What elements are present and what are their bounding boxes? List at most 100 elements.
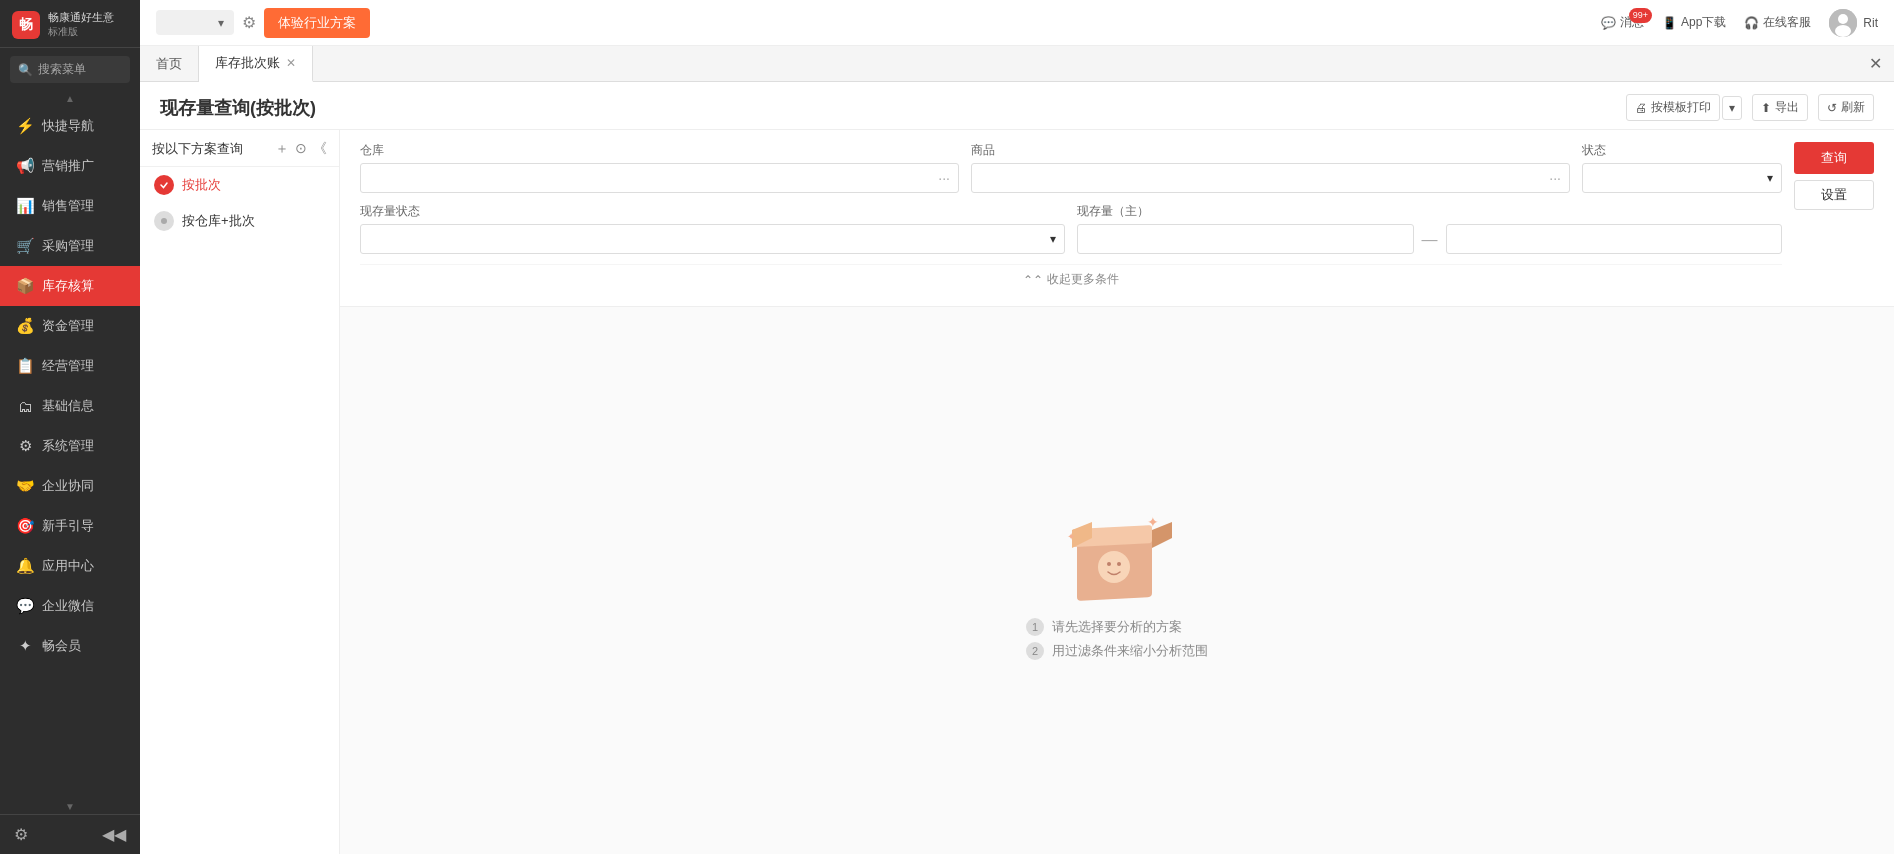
sidebar-item-label: 营销推广 <box>42 157 94 175</box>
trial-button[interactable]: 体验行业方案 <box>264 8 370 38</box>
topbar-gear-icon[interactable]: ⚙ <box>242 13 256 32</box>
stock-qty-from-input[interactable] <box>1086 232 1405 246</box>
export-label: 导出 <box>1775 99 1799 116</box>
sidebar-item-sales[interactable]: 📊 销售管理 <box>0 186 140 226</box>
sidebar-item-appstore[interactable]: 🔔 应用中心 <box>0 546 140 586</box>
tab-home-label: 首页 <box>156 55 182 73</box>
product-label: 商品 <box>971 142 1570 159</box>
collapse-more-btn[interactable]: ⌃⌃ 收起更多条件 <box>360 264 1782 294</box>
tab-close-icon[interactable]: ✕ <box>286 56 296 70</box>
sidebar-item-enterprise[interactable]: 🤝 企业协同 <box>0 466 140 506</box>
refresh-button[interactable]: ↺ 刷新 <box>1818 94 1874 121</box>
online-service-button[interactable]: 🎧 在线客服 <box>1744 14 1811 31</box>
system-icon: ⚙ <box>16 437 34 455</box>
headset-icon: 🎧 <box>1744 16 1759 30</box>
scroll-up[interactable]: ▲ <box>0 91 140 106</box>
sidebar-item-inventory[interactable]: 📦 库存核算 <box>0 266 140 306</box>
status-arrow-icon: ▾ <box>1767 171 1773 185</box>
warehouse-more-icon[interactable]: ··· <box>938 170 950 186</box>
empty-state: ✦ ✦ 1 请先选择要分析的方案 2 <box>340 307 1894 854</box>
product-input[interactable]: ··· <box>971 163 1570 193</box>
status-select[interactable]: ▾ <box>1582 163 1782 193</box>
filter-row-1: 仓库 ··· 商品 ··· <box>360 142 1782 193</box>
left-panel-title: 按以下方案查询 <box>152 140 243 158</box>
sidebar-item-finance[interactable]: 💰 资金管理 <box>0 306 140 346</box>
enterprise-icon: 🤝 <box>16 477 34 495</box>
warehouse-input[interactable]: ··· <box>360 163 959 193</box>
sidebar-item-shortcut[interactable]: ⚡ 快捷导航 <box>0 106 140 146</box>
svg-point-2 <box>1835 25 1851 37</box>
sidebar-item-label: 新手引导 <box>42 517 94 535</box>
sidebar-item-marketing[interactable]: 📢 营销推广 <box>0 146 140 186</box>
stock-status-select[interactable]: ▾ <box>360 224 1065 254</box>
sidebar-item-purchase[interactable]: 🛒 采购管理 <box>0 226 140 266</box>
query-button[interactable]: 查询 <box>1794 142 1874 174</box>
collapse-panel-icon[interactable]: 《 <box>313 140 327 158</box>
panel-close-button[interactable]: ✕ <box>1869 54 1882 73</box>
message-icon: 💬 <box>1601 16 1616 30</box>
topbar-dropdown[interactable]: ▾ <box>156 10 234 35</box>
sidebar-item-label: 基础信息 <box>42 397 94 415</box>
print-label: 按模板打印 <box>1651 99 1711 116</box>
sidebar-item-wechat[interactable]: 💬 企业微信 <box>0 586 140 626</box>
user-area[interactable]: Rit <box>1829 9 1878 37</box>
left-panel: 按以下方案查询 ＋ ⊙ 《 按批次 按仓库+批次 <box>140 130 340 854</box>
warehouse-text-input[interactable] <box>369 171 938 185</box>
sidebar-item-label: 畅会员 <box>42 637 81 655</box>
stock-qty-from[interactable] <box>1077 224 1414 254</box>
settings-button[interactable]: 设置 <box>1794 180 1874 210</box>
page-title: 现存量查询(按批次) <box>160 96 316 120</box>
svg-point-3 <box>157 178 171 192</box>
filter-field-warehouse: 仓库 ··· <box>360 142 959 193</box>
print-dropdown-arrow[interactable]: ▾ <box>1722 96 1742 120</box>
app-download-label: App下载 <box>1681 14 1726 31</box>
empty-illustration: ✦ ✦ <box>1057 502 1177 602</box>
add-solution-icon[interactable]: ＋ <box>275 140 289 158</box>
filter-actions: 查询 设置 <box>1794 142 1874 210</box>
sidebar-item-operations[interactable]: 📋 经营管理 <box>0 346 140 386</box>
app-download-button[interactable]: 📱 App下载 <box>1662 14 1726 31</box>
sidebar-item-label: 资金管理 <box>42 317 94 335</box>
stock-qty-to-input[interactable] <box>1455 232 1774 246</box>
brand-info: 畅康通好生意 标准版 <box>48 10 114 39</box>
solution-dot-gray <box>154 211 174 231</box>
scroll-down[interactable]: ▼ <box>0 799 140 814</box>
sidebar: 畅 畅康通好生意 标准版 🔍 搜索菜单 ▲ ⚡ 快捷导航 📢 营销推广 📊 销售… <box>0 0 140 854</box>
sidebar-item-label: 企业微信 <box>42 597 94 615</box>
marketing-icon: 📢 <box>16 157 34 175</box>
sidebar-item-member[interactable]: ✦ 畅会员 <box>0 626 140 666</box>
sidebar-item-newguide[interactable]: 🎯 新手引导 <box>0 506 140 546</box>
messages-button[interactable]: 💬 消息 99+ <box>1601 14 1644 31</box>
tab-batch[interactable]: 库存批次账 ✕ <box>199 46 313 82</box>
export-button[interactable]: ⬆ 导出 <box>1752 94 1808 121</box>
collapse-up-icon: ⌃⌃ <box>1023 273 1043 287</box>
search-label: 搜索菜单 <box>38 61 86 78</box>
sidebar-item-basics[interactable]: 🗂 基础信息 <box>0 386 140 426</box>
settings-solution-icon[interactable]: ⊙ <box>295 140 307 158</box>
purchase-icon: 🛒 <box>16 237 34 255</box>
sidebar-item-label: 快捷导航 <box>42 117 94 135</box>
page-header: 现存量查询(按批次) 🖨 按模板打印 ▾ ⬆ 导出 ↺ 刷新 <box>140 82 1894 130</box>
footer-settings-icon[interactable]: ⚙ <box>14 825 28 844</box>
product-text-input[interactable] <box>980 171 1549 185</box>
stock-qty-to[interactable] <box>1446 224 1783 254</box>
online-service-label: 在线客服 <box>1763 14 1811 31</box>
stock-status-label: 现存量状态 <box>360 203 1065 220</box>
search-icon: 🔍 <box>18 63 33 77</box>
appstore-icon: 🔔 <box>16 557 34 575</box>
brand-name: 畅康通好生意 <box>48 10 114 25</box>
refresh-icon: ↺ <box>1827 101 1837 115</box>
topbar: ▾ ⚙ 体验行业方案 💬 消息 99+ 📱 App下载 🎧 在线客服 <box>140 0 1894 46</box>
search-menu[interactable]: 🔍 搜索菜单 <box>10 56 130 83</box>
print-button[interactable]: 🖨 按模板打印 <box>1626 94 1720 121</box>
tab-home[interactable]: 首页 <box>140 46 199 82</box>
footer-collapse-icon[interactable]: ◀◀ <box>102 825 126 844</box>
empty-hint-1: 1 请先选择要分析的方案 <box>1026 618 1208 636</box>
dropdown-text <box>166 14 214 31</box>
sidebar-item-system[interactable]: ⚙ 系统管理 <box>0 426 140 466</box>
svg-point-1 <box>1838 14 1848 24</box>
solution-item-warehouse-batch[interactable]: 按仓库+批次 <box>140 203 339 239</box>
solution-item-batch[interactable]: 按批次 <box>140 167 339 203</box>
product-more-icon[interactable]: ··· <box>1549 170 1561 186</box>
hint-text-2: 用过滤条件来缩小分析范围 <box>1052 642 1208 660</box>
